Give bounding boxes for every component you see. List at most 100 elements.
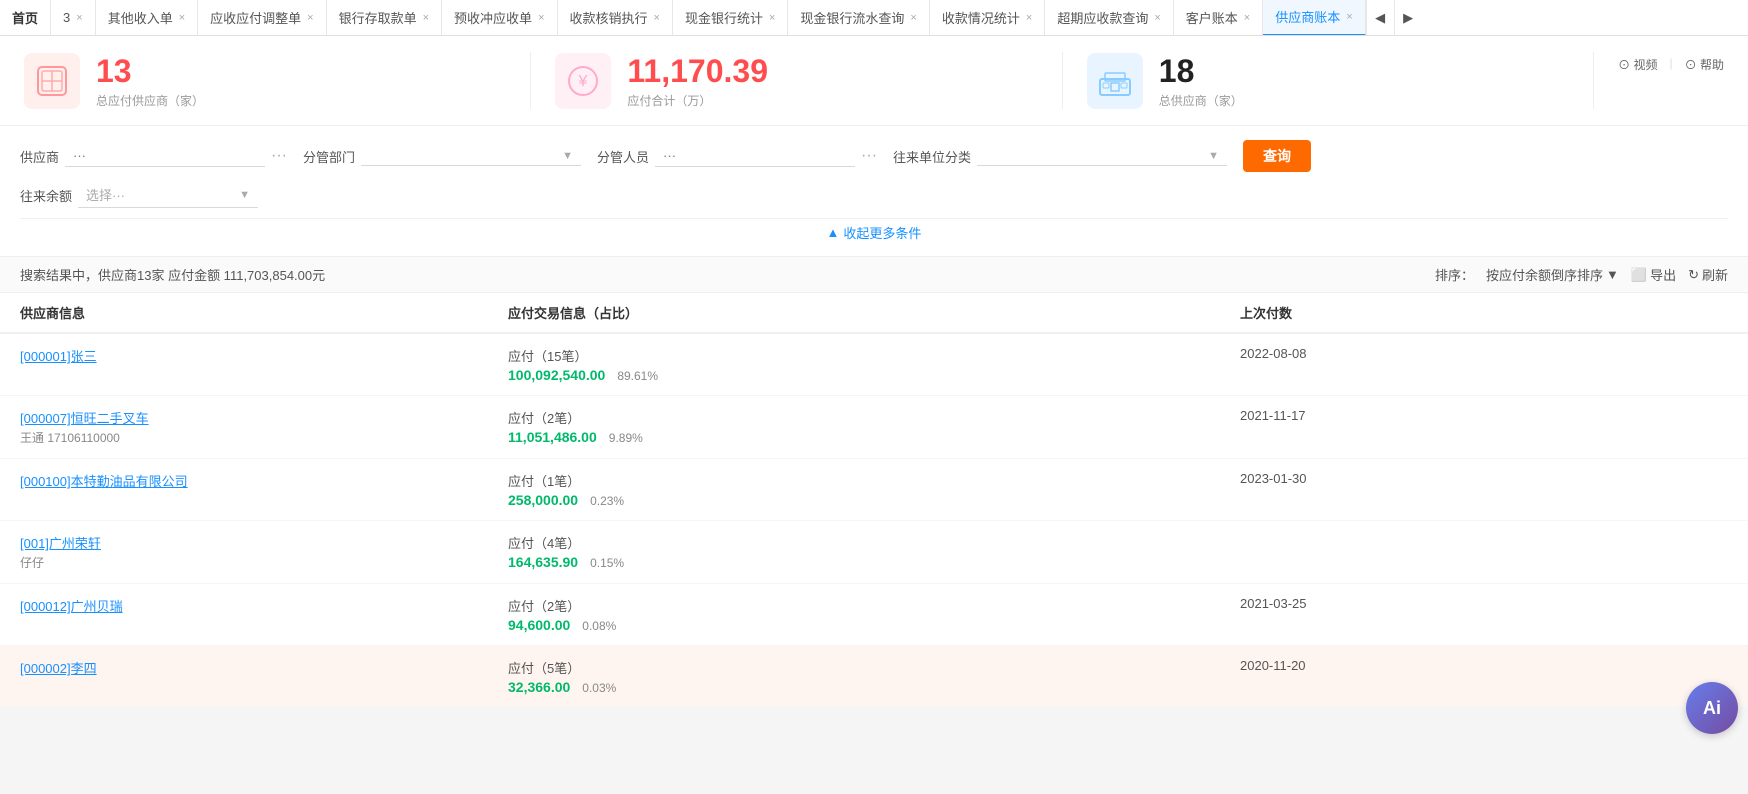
nav-prev-arrow[interactable]: ◀ bbox=[1366, 0, 1394, 36]
supplier-input[interactable] bbox=[65, 145, 265, 167]
video-link[interactable]: ⊙ 视频 bbox=[1618, 56, 1657, 73]
summary-bar: 13 总应付供应商（家） ¥ 11,170.39 应付合计（万） bbox=[0, 36, 1748, 126]
export-btn[interactable]: ⬜ 导出 bbox=[1631, 265, 1676, 284]
close-icon[interactable]: × bbox=[910, 12, 916, 24]
header-tx: 应付交易信息（占比） bbox=[508, 303, 1240, 322]
collapse-arrow-icon: ▲ bbox=[827, 225, 840, 240]
search-button[interactable]: 查询 bbox=[1243, 140, 1311, 172]
tx-row: 100,092,540.00 89.61% bbox=[508, 367, 1240, 383]
person-label: 分管人员 bbox=[597, 147, 649, 166]
tx-cell: 应付（5笔） 32,366.00 0.03% bbox=[508, 658, 1240, 695]
tx-pct: 0.15% bbox=[590, 556, 624, 570]
person-filter: 分管人员 ··· bbox=[597, 145, 877, 167]
sort-dropdown-icon: ▼ bbox=[1606, 267, 1619, 282]
close-icon[interactable]: × bbox=[423, 12, 429, 24]
tx-amount: 164,635.90 bbox=[508, 554, 578, 570]
collapse-btn[interactable]: ▲ 收起更多条件 bbox=[20, 218, 1728, 246]
nav-next-arrow[interactable]: ▶ bbox=[1394, 0, 1422, 36]
supplier-dots-btn[interactable]: ··· bbox=[271, 147, 287, 165]
supplier-link[interactable]: [001]广州荣轩 bbox=[20, 533, 508, 552]
nav-tab-ar-ap-adjust[interactable]: 应收应付调整单 × bbox=[198, 0, 326, 36]
supplier-link[interactable]: [000012]广州贝瑞 bbox=[20, 596, 508, 615]
table-row[interactable]: [001]广州荣轩 仔仔 应付（4笔） 164,635.90 0.15% bbox=[0, 521, 1748, 584]
tx-amount: 32,366.00 bbox=[508, 679, 570, 695]
supplier-cell: [000001]张三 bbox=[20, 346, 508, 365]
header-supplier: 供应商信息 bbox=[20, 303, 508, 322]
close-icon[interactable]: × bbox=[769, 12, 775, 24]
nav-tab-bank-deposit[interactable]: 银行存取款单 × bbox=[327, 0, 442, 36]
tx-pct: 0.03% bbox=[582, 681, 616, 695]
nav-tab-supplier-ledger[interactable]: 供应商账本 × bbox=[1263, 0, 1365, 36]
table-row[interactable]: [000002]李四 应付（5笔） 32,366.00 0.03% 2020-1… bbox=[0, 646, 1748, 708]
close-icon[interactable]: × bbox=[307, 12, 313, 24]
supplier-cell: [000007]恒旺二手叉车 王通 17106110000 bbox=[20, 408, 508, 446]
total-suppliers-icon bbox=[1087, 53, 1143, 109]
help-links: ⊙ 视频 | ⊙ 帮助 bbox=[1618, 52, 1724, 109]
dept-filter: 分管部门 ▼ bbox=[303, 147, 581, 166]
tx-label: 应付（15笔） bbox=[508, 346, 1240, 365]
table-row[interactable]: [000007]恒旺二手叉车 王通 17106110000 应付（2笔） 11,… bbox=[0, 396, 1748, 459]
nav-tab-home[interactable]: 首页 bbox=[0, 0, 51, 36]
tx-cell: 应付（1笔） 258,000.00 0.23% bbox=[508, 471, 1240, 508]
supplier-link[interactable]: [000100]本特勤油品有限公司 bbox=[20, 471, 508, 490]
table-row[interactable]: [000001]张三 应付（15笔） 100,092,540.00 89.61%… bbox=[0, 334, 1748, 396]
balance-filter: 往来余额 选择··· ▼ bbox=[20, 182, 258, 208]
close-icon[interactable]: × bbox=[179, 12, 185, 24]
close-icon[interactable]: × bbox=[1026, 12, 1032, 24]
balance-select[interactable]: 选择··· ▼ bbox=[78, 182, 258, 208]
nav-tab-3[interactable]: 3 × bbox=[51, 0, 96, 36]
sort-label: 排序： bbox=[1435, 265, 1474, 284]
dept-select[interactable]: ▼ bbox=[361, 147, 581, 166]
tx-label: 应付（4笔） bbox=[508, 533, 1240, 552]
nav-tab-collection[interactable]: 收款核销执行 × bbox=[558, 0, 673, 36]
ap-total-icon: ¥ bbox=[555, 53, 611, 109]
supplier-cell: [000012]广州贝瑞 bbox=[20, 596, 508, 615]
close-icon[interactable]: × bbox=[76, 12, 82, 24]
refresh-icon: ↻ bbox=[1688, 267, 1699, 283]
nav-tab-customer-ledger[interactable]: 客户账本 × bbox=[1174, 0, 1263, 36]
supplier-link[interactable]: [000007]恒旺二手叉车 bbox=[20, 408, 508, 427]
table-row[interactable]: [000012]广州贝瑞 应付（2笔） 94,600.00 0.08% 2021… bbox=[0, 584, 1748, 646]
tx-amount: 94,600.00 bbox=[508, 617, 570, 633]
nav-tab-other-income[interactable]: 其他收入单 × bbox=[96, 0, 198, 36]
refresh-btn[interactable]: ↻ 刷新 bbox=[1688, 265, 1728, 284]
close-icon[interactable]: × bbox=[538, 12, 544, 24]
result-actions: 排序： 按应付余额倒序排序 ▼ ⬜ 导出 ↻ 刷新 bbox=[1435, 265, 1728, 284]
help-link[interactable]: ⊙ 帮助 bbox=[1685, 56, 1724, 73]
close-icon[interactable]: × bbox=[1154, 12, 1160, 24]
table-row[interactable]: [000100]本特勤油品有限公司 应付（1笔） 258,000.00 0.23… bbox=[0, 459, 1748, 521]
data-table: 供应商信息 应付交易信息（占比） 上次付数 [000001]张三 应付（15笔）… bbox=[0, 293, 1748, 708]
tx-amount: 100,092,540.00 bbox=[508, 367, 605, 383]
supplier-label: 供应商 bbox=[20, 147, 59, 166]
nav-tab-cash-bank-flow[interactable]: 现金银行流水查询 × bbox=[788, 0, 929, 36]
person-input[interactable] bbox=[655, 145, 855, 167]
ap-total-info: 11,170.39 应付合计（万） bbox=[627, 52, 768, 109]
tx-label: 应付（2笔） bbox=[508, 408, 1240, 427]
nav-tab-overdue-ar[interactable]: 超期应收款查询 × bbox=[1045, 0, 1173, 36]
sort-select[interactable]: 按应付余额倒序排序 ▼ bbox=[1486, 265, 1619, 284]
filter-row-2: 往来余额 选择··· ▼ bbox=[20, 182, 1728, 208]
top-navigation: 首页 3 × 其他收入单 × 应收应付调整单 × 银行存取款单 × 预收冲应收单… bbox=[0, 0, 1748, 36]
person-dots-btn[interactable]: ··· bbox=[861, 147, 877, 165]
nav-tab-cash-bank-stats[interactable]: 现金银行统计 × bbox=[673, 0, 788, 36]
lastpay-cell: 2023-01-30 bbox=[1240, 471, 1728, 486]
summary-card-ap-total: ¥ 11,170.39 应付合计（万） bbox=[555, 52, 1062, 109]
supplier-link[interactable]: [000002]李四 bbox=[20, 658, 508, 677]
summary-card-total-suppliers: 18 总供应商（家） bbox=[1087, 52, 1594, 109]
tx-label: 应付（2笔） bbox=[508, 596, 1240, 615]
lastpay-cell: 2022-08-08 bbox=[1240, 346, 1728, 361]
close-icon[interactable]: × bbox=[654, 12, 660, 24]
nav-tab-prepaid[interactable]: 预收冲应收单 × bbox=[442, 0, 557, 36]
lastpay-cell: 2021-03-25 bbox=[1240, 596, 1728, 611]
ai-assistant-button[interactable]: Ai bbox=[1686, 682, 1738, 734]
category-select[interactable]: ▼ bbox=[977, 147, 1227, 166]
total-suppliers-info: 18 总供应商（家） bbox=[1159, 52, 1243, 109]
table-body: [000001]张三 应付（15笔） 100,092,540.00 89.61%… bbox=[0, 334, 1748, 708]
tx-row: 258,000.00 0.23% bbox=[508, 492, 1240, 508]
result-info: 搜索结果中，供应商13家 应付金额 111,703,854.00元 bbox=[20, 265, 325, 284]
close-icon[interactable]: × bbox=[1346, 11, 1352, 23]
tx-row: 164,635.90 0.15% bbox=[508, 554, 1240, 570]
supplier-link[interactable]: [000001]张三 bbox=[20, 346, 508, 365]
nav-tab-collection-stats[interactable]: 收款情况统计 × bbox=[930, 0, 1045, 36]
close-icon[interactable]: × bbox=[1244, 12, 1250, 24]
